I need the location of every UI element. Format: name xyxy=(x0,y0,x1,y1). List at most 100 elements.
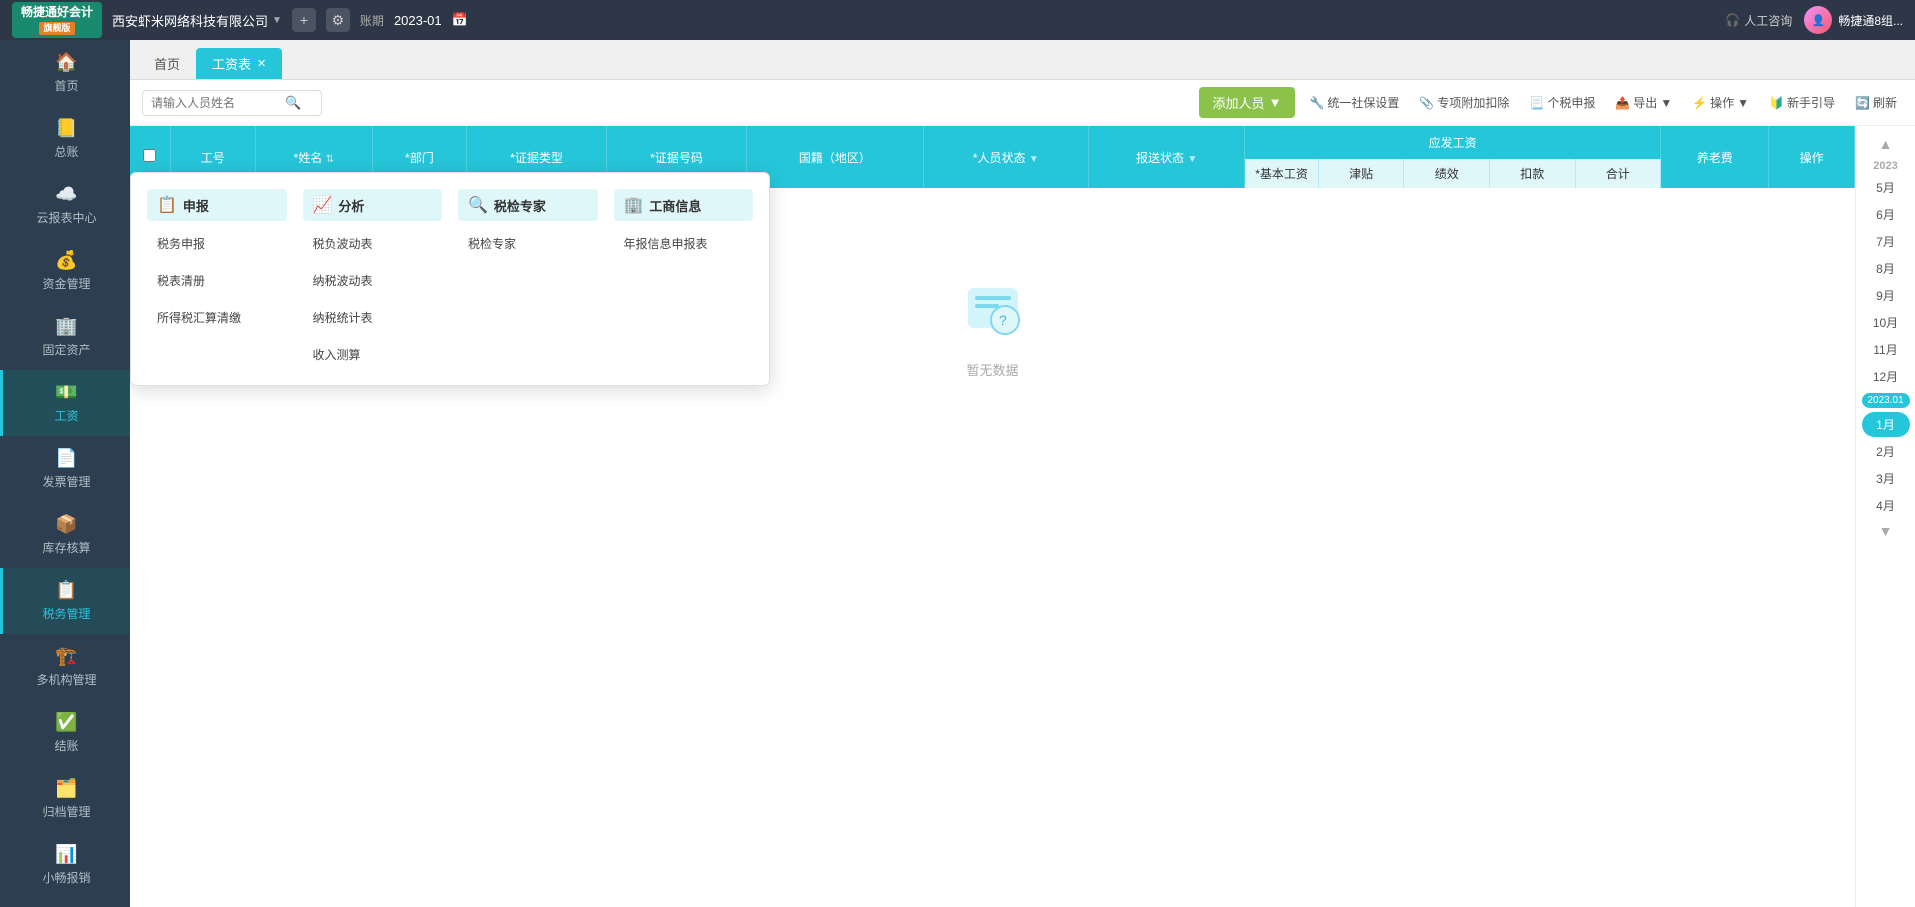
cal-month-feb[interactable]: 2月 xyxy=(1862,439,1910,464)
top-header: 畅捷通好会计 旗舰版 西安虾米网络科技有限公司 ▼ + ⚙ 账期 2023-01… xyxy=(0,0,1915,40)
sidebar-item-home[interactable]: 🏠 首页 xyxy=(0,40,130,106)
calendar-up-arrow[interactable]: ▲ xyxy=(1875,132,1897,156)
cal-month-dec[interactable]: 12月 xyxy=(1862,364,1910,389)
help-button[interactable]: 🎧 人工咨询 xyxy=(1725,12,1792,29)
cal-year-2023-label: 2023 xyxy=(1873,160,1897,172)
ledger-icon: 📒 xyxy=(55,118,77,139)
popup-item-annual-report[interactable]: 年报信息申报表 xyxy=(614,229,754,258)
refresh-button[interactable]: 🔄 刷新 xyxy=(1849,90,1903,115)
calendar-icon[interactable]: 📅 xyxy=(452,12,468,28)
company-dropdown-icon: ▼ xyxy=(272,15,282,26)
export-button[interactable]: 📤 导出 ▼ xyxy=(1609,90,1678,115)
popup-item-tax-stats[interactable]: 纳税统计表 xyxy=(303,303,443,332)
add-person-button[interactable]: 添加人员 ▼ xyxy=(1199,87,1296,118)
cal-month-may[interactable]: 5月 xyxy=(1862,175,1910,200)
archive-icon: 🗂️ xyxy=(55,778,77,799)
popup-section-header-analysis: 📈 分析 xyxy=(303,189,443,221)
sidebar-item-checkout[interactable]: ✅ 结账 xyxy=(0,700,130,766)
search-input[interactable] xyxy=(151,96,281,110)
main-layout: 🏠 首页 📒 总账 ☁️ 云报表中心 💰 资金管理 🏢 固定资产 💵 工资 📄 … xyxy=(0,40,1915,907)
cal-month-mar[interactable]: 3月 xyxy=(1862,466,1910,491)
headset-icon: 🎧 xyxy=(1725,13,1740,27)
svg-text:?: ? xyxy=(999,312,1007,328)
cloud-icon: ☁️ xyxy=(55,184,77,205)
declaration-icon: 📋 xyxy=(157,195,177,215)
report-filter-icon[interactable]: ▼ xyxy=(1187,154,1197,165)
tab-salary-sheet[interactable]: 工资表 ✕ xyxy=(196,48,282,79)
popup-item-income-tax-clear[interactable]: 所得税汇算清缴 xyxy=(147,303,287,332)
calendar-panel: ▲ 2023 5月 6月 7月 8月 9月 10月 11月 12月 2023.0… xyxy=(1855,126,1915,907)
sidebar-item-settings[interactable]: ⚙️ 基础设置 xyxy=(0,898,130,907)
settings-icon[interactable]: ⚙ xyxy=(326,8,350,32)
popup-item-tax-declare[interactable]: 税务申报 xyxy=(147,229,287,258)
operation-icon: ⚡ xyxy=(1692,96,1707,110)
search-box[interactable]: 🔍 xyxy=(142,90,322,116)
table-wrapper: 工号 *姓名 ⇅ *部门 *证据类型 xyxy=(130,126,1855,907)
sub-col-basic: *基本工资 xyxy=(1245,159,1319,188)
tax-return-button[interactable]: 📃 个税申报 xyxy=(1523,90,1601,115)
social-security-icon: 🔧 xyxy=(1309,96,1324,110)
popup-item-income-forecast[interactable]: 收入测算 xyxy=(303,340,443,369)
popup-section-header-declaration: 📋 申报 xyxy=(147,189,287,221)
multi-org-icon: 🏗️ xyxy=(55,646,77,667)
sidebar-item-asset[interactable]: 🏢 固定资产 xyxy=(0,304,130,370)
tab-home[interactable]: 首页 xyxy=(138,48,196,79)
sidebar-item-tax[interactable]: 📋 税务管理 xyxy=(0,568,130,634)
status-filter-icon[interactable]: ▼ xyxy=(1029,154,1039,165)
mini-report-icon: 📊 xyxy=(55,844,77,865)
cal-month-jan[interactable]: 1月 xyxy=(1862,412,1910,437)
app-logo: 畅捷通好会计 旗舰版 xyxy=(12,2,102,38)
sidebar-item-cloud-report[interactable]: ☁️ 云报表中心 xyxy=(0,172,130,238)
guide-button[interactable]: 🔰 新手引导 xyxy=(1763,90,1841,115)
tab-close-icon[interactable]: ✕ xyxy=(257,57,266,70)
special-deduct-button[interactable]: 📎 专项附加扣除 xyxy=(1413,90,1515,115)
special-deduct-icon: 📎 xyxy=(1419,96,1434,110)
sidebar-item-salary[interactable]: 💵 工资 xyxy=(0,370,130,436)
sub-col-deduction: 扣款 xyxy=(1489,159,1575,188)
social-security-button[interactable]: 🔧 统一社保设置 xyxy=(1303,90,1405,115)
popup-section-header-tax-expert: 🔍 税检专家 xyxy=(458,189,598,221)
sidebar-item-archive[interactable]: 🗂️ 归档管理 xyxy=(0,766,130,832)
company-selector[interactable]: 西安虾米网络科技有限公司 ▼ xyxy=(112,11,282,30)
sidebar-item-inventory[interactable]: 📦 库存核算 xyxy=(0,502,130,568)
sidebar-item-multi-org[interactable]: 🏗️ 多机构管理 xyxy=(0,634,130,700)
select-all-checkbox[interactable] xyxy=(143,149,156,162)
col-action: 操作 xyxy=(1769,126,1855,188)
col-payroll-group: 应发工资 xyxy=(1245,126,1661,159)
col-status: *人员状态 ▼ xyxy=(923,126,1088,188)
sidebar-item-ledger[interactable]: 📒 总账 xyxy=(0,106,130,172)
sidebar-item-mini-report[interactable]: 📊 小畅报销 xyxy=(0,832,130,898)
cal-month-nov[interactable]: 11月 xyxy=(1862,337,1910,362)
empty-text: 暂无数据 xyxy=(966,360,1018,379)
add-company-button[interactable]: + xyxy=(292,8,316,32)
tax-icon: 📋 xyxy=(55,580,77,601)
popup-item-tax-table[interactable]: 税表清册 xyxy=(147,266,287,295)
search-icon: 🔍 xyxy=(285,95,301,111)
calendar-down-arrow[interactable]: ▼ xyxy=(1875,519,1897,543)
popup-item-tax-expert[interactable]: 税检专家 xyxy=(458,229,598,258)
popup-section-tax-expert: 🔍 税检专家 税检专家 xyxy=(458,189,598,369)
invoice-icon: 📄 xyxy=(55,448,77,469)
sidebar-item-invoice[interactable]: 📄 发票管理 xyxy=(0,436,130,502)
popup-item-tax-payment[interactable]: 纳税波动表 xyxy=(303,266,443,295)
popup-item-tax-burden[interactable]: 税负波动表 xyxy=(303,229,443,258)
content-area: 首页 工资表 ✕ 🔍 添加人员 ▼ 🔧 统一社保设置 📎 xyxy=(130,40,1915,907)
header-right: 🎧 人工咨询 👤 畅捷通8组... xyxy=(1725,6,1903,34)
cal-month-sep[interactable]: 9月 xyxy=(1862,283,1910,308)
sort-icon[interactable]: ⇅ xyxy=(326,154,334,165)
cal-month-oct[interactable]: 10月 xyxy=(1862,310,1910,335)
cal-month-aug[interactable]: 8月 xyxy=(1862,256,1910,281)
cal-month-apr[interactable]: 4月 xyxy=(1862,493,1910,518)
refresh-icon: 🔄 xyxy=(1855,96,1870,110)
operation-dropdown-icon: ▼ xyxy=(1737,96,1749,110)
cal-month-jun[interactable]: 6月 xyxy=(1862,202,1910,227)
cal-month-jul[interactable]: 7月 xyxy=(1862,229,1910,254)
user-info[interactable]: 👤 畅捷通8组... xyxy=(1804,6,1903,34)
business-info-icon: 🏢 xyxy=(624,195,644,215)
sidebar-item-fund[interactable]: 💰 资金管理 xyxy=(0,238,130,304)
add-dropdown-icon: ▼ xyxy=(1269,95,1282,110)
col-report-status: 报送状态 ▼ xyxy=(1088,126,1244,188)
sub-col-allowance: 津贴 xyxy=(1318,159,1404,188)
tax-expert-section-icon: 🔍 xyxy=(468,195,488,215)
operation-button[interactable]: ⚡ 操作 ▼ xyxy=(1686,90,1755,115)
